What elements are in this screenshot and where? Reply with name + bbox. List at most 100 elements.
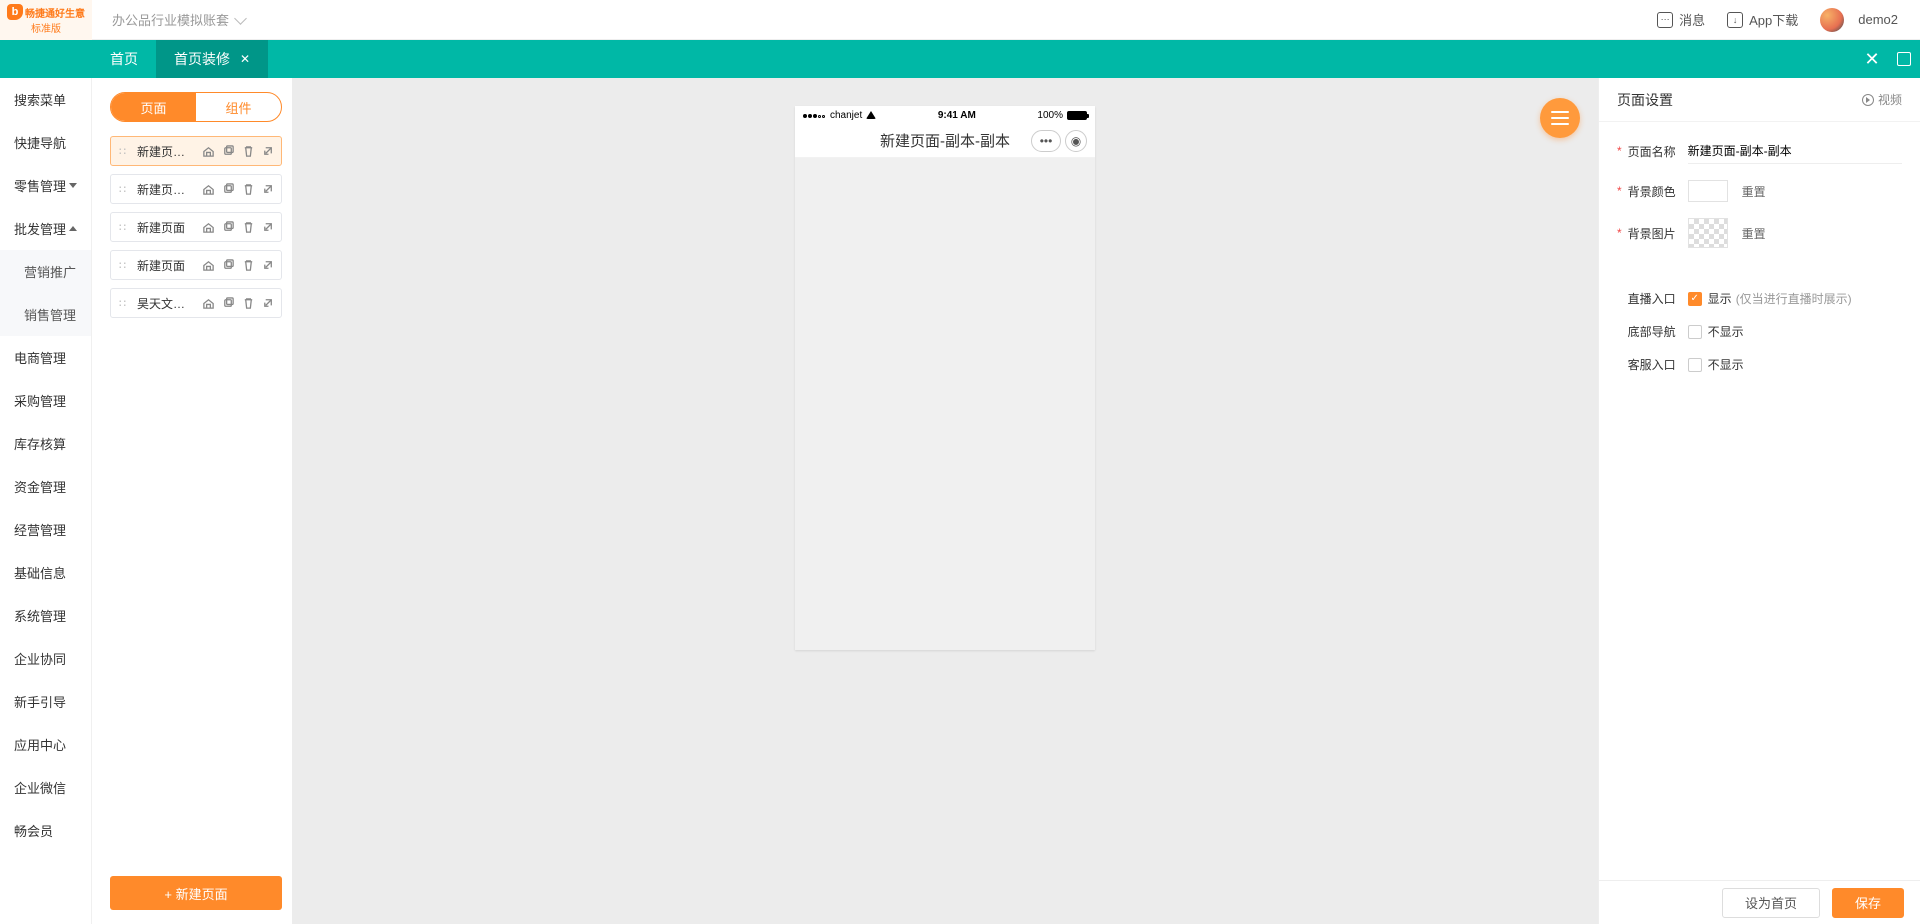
chevron-up-icon (69, 226, 77, 231)
username: demo2 (1858, 12, 1898, 27)
target-icon[interactable]: ◉ (1065, 130, 1087, 152)
page-list-item[interactable]: ∷ 昊天文具店 (110, 288, 282, 318)
page-list: ∷ 新建页面-副本... ∷ 新建页面-副本 ∷ 新建页面 ∷ 新建页面 (110, 136, 282, 876)
app-download-link[interactable]: ↓ App下载 (1727, 10, 1798, 29)
delete-icon[interactable] (241, 296, 255, 310)
home-icon[interactable] (201, 296, 215, 310)
close-icon[interactable]: ✕ (240, 52, 250, 66)
brand-edition: 标准版 (31, 20, 61, 35)
nav-funds[interactable]: 资金管理 (0, 465, 91, 508)
status-bar: chanjet 9:41 AM 100% (795, 106, 1095, 124)
drag-icon[interactable]: ∷ (119, 259, 131, 272)
label-bottom-nav: 底部导航 (1628, 323, 1688, 340)
drag-icon[interactable]: ∷ (119, 183, 131, 196)
external-icon[interactable] (261, 182, 275, 196)
tab-page-decor[interactable]: 首页装修 ✕ (156, 40, 268, 78)
nav-operations[interactable]: 经营管理 (0, 508, 91, 551)
nav-wholesale[interactable]: 批发管理 (0, 207, 91, 250)
account-selector[interactable]: 办公品行业模拟账套 (112, 10, 249, 29)
settings-panel: 页面设置 视频 *页面名称 *背景颜色 重置 *背景图片 重置 (1598, 78, 1920, 924)
nav-search[interactable]: 搜索菜单 (0, 78, 91, 121)
tab-home[interactable]: 首页 (92, 40, 156, 78)
drag-icon[interactable]: ∷ (119, 221, 131, 234)
side-nav: 搜索菜单 快捷导航 零售管理 批发管理 营销推广 销售管理 电商管理 采购管理 … (0, 78, 92, 924)
download-icon: ↓ (1727, 12, 1743, 28)
user-menu[interactable]: demo2 (1820, 8, 1898, 32)
drag-icon[interactable]: ∷ (119, 145, 131, 158)
settings-title: 页面设置 (1617, 90, 1673, 110)
nav-system[interactable]: 系统管理 (0, 594, 91, 637)
brand-logo: b 畅捷通好生意 标准版 (0, 0, 92, 40)
external-icon[interactable] (261, 220, 275, 234)
fullscreen-button[interactable] (1888, 40, 1920, 78)
seg-pages[interactable]: 页面 (111, 93, 196, 121)
external-icon[interactable] (261, 258, 275, 272)
nav-sales[interactable]: 销售管理 (0, 293, 91, 336)
set-home-button[interactable]: 设为首页 (1722, 888, 1820, 918)
bottom-nav-checkbox[interactable] (1688, 325, 1702, 339)
component-drawer-toggle[interactable] (1540, 98, 1580, 138)
drag-icon[interactable]: ∷ (119, 297, 131, 310)
nav-enterprise[interactable]: 企业协同 (0, 637, 91, 680)
service-checkbox[interactable] (1688, 358, 1702, 372)
nav-wecom[interactable]: 企业微信 (0, 766, 91, 809)
page-title: 新建页面-副本-副本 (880, 130, 1010, 151)
bgcolor-swatch[interactable] (1688, 180, 1728, 202)
close-all-button[interactable]: ✕ (1856, 40, 1888, 78)
page-item-name: 新建页面 (137, 257, 195, 274)
wifi-icon (866, 111, 876, 119)
copy-icon[interactable] (221, 258, 235, 272)
delete-icon[interactable] (241, 220, 255, 234)
save-button[interactable]: 保存 (1832, 888, 1904, 918)
clock: 9:41 AM (876, 110, 1037, 121)
nav-inventory[interactable]: 库存核算 (0, 422, 91, 465)
delete-icon[interactable] (241, 182, 255, 196)
copy-icon[interactable] (221, 220, 235, 234)
chevron-down-icon (69, 183, 77, 188)
phone-body[interactable] (795, 158, 1095, 650)
copy-icon[interactable] (221, 144, 235, 158)
page-list-item[interactable]: ∷ 新建页面 (110, 250, 282, 280)
messages-link[interactable]: ⋯ 消息 (1657, 10, 1705, 29)
nav-retail[interactable]: 零售管理 (0, 164, 91, 207)
messages-label: 消息 (1679, 10, 1705, 29)
page-list-item[interactable]: ∷ 新建页面-副本... (110, 136, 282, 166)
new-page-button[interactable]: + 新建页面 (110, 876, 282, 910)
nav-quick[interactable]: 快捷导航 (0, 121, 91, 164)
nav-marketing[interactable]: 营销推广 (0, 250, 91, 293)
delete-icon[interactable] (241, 144, 255, 158)
label-bgimg: 背景图片 (1628, 225, 1688, 242)
miniprogram-header: 新建页面-副本-副本 ••• ◉ (795, 124, 1095, 158)
seg-components[interactable]: 组件 (196, 93, 281, 121)
more-icon[interactable]: ••• (1031, 130, 1061, 152)
nav-member[interactable]: 畅会员 (0, 809, 91, 852)
delete-icon[interactable] (241, 258, 255, 272)
home-icon[interactable] (201, 144, 215, 158)
nav-basic-info[interactable]: 基础信息 (0, 551, 91, 594)
reset-bgcolor[interactable]: 重置 (1742, 183, 1766, 200)
reset-bgimg[interactable]: 重置 (1742, 225, 1766, 242)
external-icon[interactable] (261, 296, 275, 310)
service-text: 不显示 (1708, 356, 1744, 373)
top-header: b 畅捷通好生意 标准版 办公品行业模拟账套 ⋯ 消息 ↓ App下载 demo… (0, 0, 1920, 40)
page-name-input[interactable] (1688, 138, 1902, 164)
live-checkbox[interactable] (1688, 292, 1702, 306)
page-panel: 页面 组件 ∷ 新建页面-副本... ∷ 新建页面-副本 ∷ 新建页面 ∷ 新建… (92, 78, 292, 924)
page-list-item[interactable]: ∷ 新建页面 (110, 212, 282, 242)
nav-purchase[interactable]: 采购管理 (0, 379, 91, 422)
copy-icon[interactable] (221, 182, 235, 196)
video-help-link[interactable]: 视频 (1862, 91, 1902, 108)
copy-icon[interactable] (221, 296, 235, 310)
home-icon[interactable] (201, 258, 215, 272)
external-icon[interactable] (261, 144, 275, 158)
page-list-item[interactable]: ∷ 新建页面-副本 (110, 174, 282, 204)
nav-ecommerce[interactable]: 电商管理 (0, 336, 91, 379)
nav-apps[interactable]: 应用中心 (0, 723, 91, 766)
brand-name: 畅捷通好生意 (25, 5, 85, 20)
nav-guide[interactable]: 新手引导 (0, 680, 91, 723)
home-icon[interactable] (201, 220, 215, 234)
bgimg-picker[interactable] (1688, 218, 1728, 248)
live-hint: (仅当进行直播时展示) (1736, 290, 1852, 307)
settings-footer: 设为首页 保存 (1599, 880, 1920, 924)
home-icon[interactable] (201, 182, 215, 196)
